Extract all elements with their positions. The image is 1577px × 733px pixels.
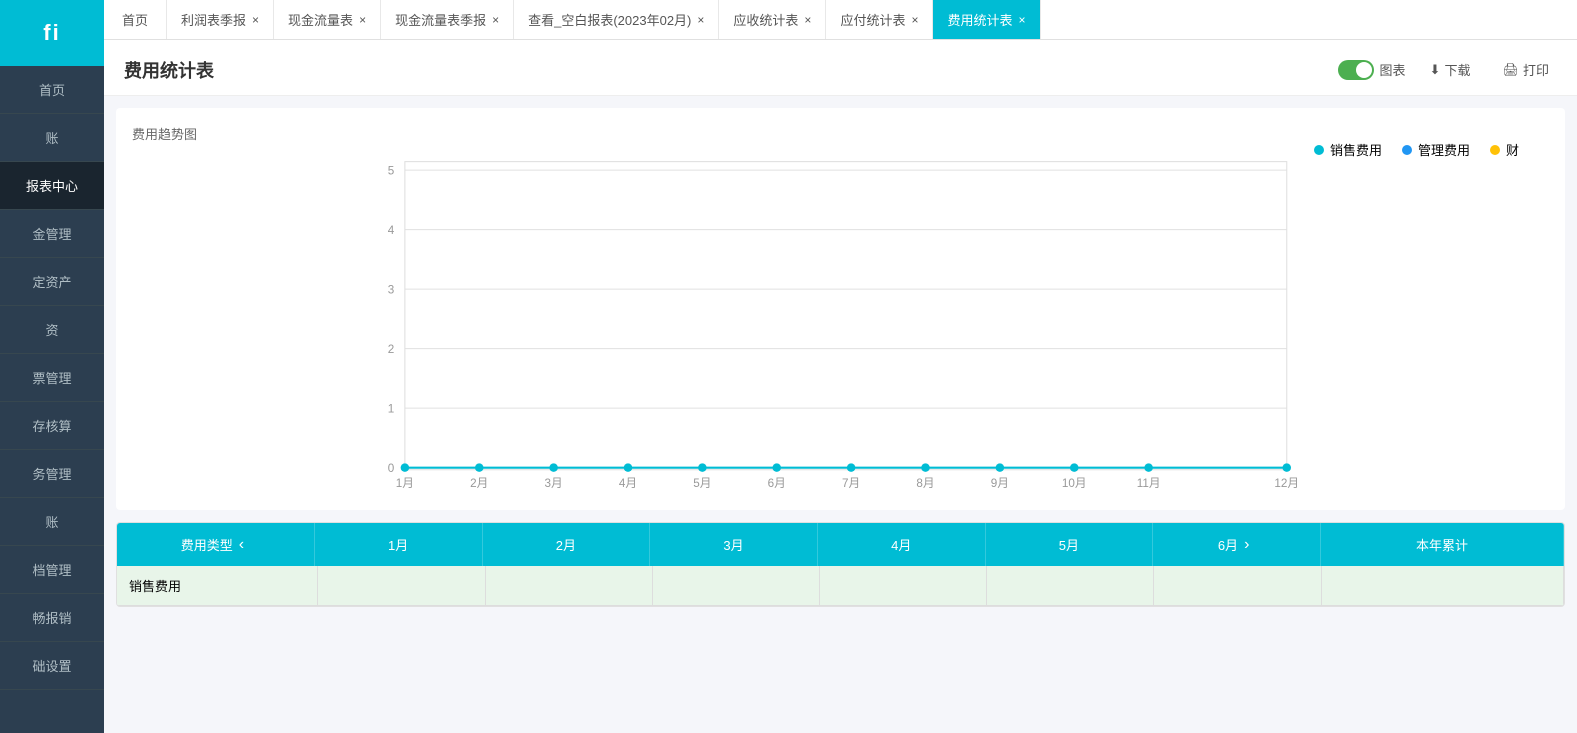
svg-text:2: 2: [388, 343, 395, 356]
svg-text:8月: 8月: [916, 477, 934, 490]
chart-svg: 5 4 3 2 1 0: [132, 151, 1549, 491]
svg-text:0: 0: [388, 462, 395, 475]
tab-cashflow-quarter[interactable]: 现金流量表季报 ×: [381, 0, 514, 39]
tab-payable[interactable]: 应付统计表 ×: [826, 0, 933, 39]
svg-text:3月: 3月: [545, 477, 563, 490]
cell-m3: [653, 566, 820, 605]
cell-m4: [820, 566, 987, 605]
download-button[interactable]: ⬇ 下载: [1422, 56, 1479, 83]
col-header-m3: 3月: [650, 523, 818, 566]
chart-toggle[interactable]: [1338, 60, 1374, 80]
col-header-type: 费用类型 ‹: [117, 523, 315, 566]
svg-text:2月: 2月: [470, 477, 488, 490]
tab-blank-report[interactable]: 查看_空白报表(2023年02月) ×: [514, 0, 719, 39]
sidebar-item-inventory[interactable]: 存核算: [0, 402, 104, 450]
close-tab-receivable[interactable]: ×: [804, 14, 811, 26]
tab-expense-stats[interactable]: 费用统计表 ×: [933, 0, 1040, 39]
cell-m5: [987, 566, 1154, 605]
svg-text:11月: 11月: [1137, 477, 1161, 490]
svg-text:5: 5: [388, 164, 395, 177]
chart-toggle-wrap: 图表: [1338, 60, 1406, 80]
close-tab-expense-stats[interactable]: ×: [1018, 14, 1025, 26]
sidebar-item-bill[interactable]: 账: [0, 498, 104, 546]
print-icon: 🖨: [1502, 62, 1519, 78]
tab-home[interactable]: 首页: [104, 0, 167, 39]
page-title: 费用统计表: [124, 57, 214, 83]
sidebar: fi 首页 账 报表中心 金管理 定资产 资 票管理 存核算 务管理 账 档管理…: [0, 0, 104, 733]
tab-cashflow[interactable]: 现金流量表 ×: [274, 0, 381, 39]
nav-next-button[interactable]: ›: [1238, 536, 1255, 554]
table-header-row: 费用类型 ‹ 1月 2月 3月 4月 5月 6月 › 本年累计: [117, 523, 1564, 566]
sidebar-item-service[interactable]: 务管理: [0, 450, 104, 498]
tab-bar: 首页 利润表季报 × 现金流量表 × 现金流量表季报 × 查看_空白报表(202…: [104, 0, 1577, 40]
cell-type: 销售费用: [117, 566, 318, 605]
sidebar-item-capital[interactable]: 资: [0, 306, 104, 354]
cell-ytd: [1322, 566, 1564, 605]
col-header-m1: 1月: [315, 523, 483, 566]
col-header-m4: 4月: [818, 523, 986, 566]
tab-receivable[interactable]: 应收统计表 ×: [719, 0, 826, 39]
col-header-m5: 5月: [986, 523, 1154, 566]
table-row: 销售费用: [117, 566, 1564, 606]
tab-profit[interactable]: 利润表季报 ×: [167, 0, 274, 39]
col-header-m6: 6月 ›: [1153, 523, 1321, 566]
svg-text:7月: 7月: [842, 477, 860, 490]
svg-text:12月: 12月: [1274, 477, 1299, 490]
sidebar-item-ticket[interactable]: 票管理: [0, 354, 104, 402]
sidebar-item-home[interactable]: 首页: [0, 66, 104, 114]
close-tab-cashflow-quarter[interactable]: ×: [492, 14, 499, 26]
cell-m1: [318, 566, 485, 605]
col-header-m2: 2月: [483, 523, 651, 566]
svg-text:1月: 1月: [396, 477, 414, 490]
cell-m6: [1154, 566, 1321, 605]
close-tab-blank-report[interactable]: ×: [697, 14, 704, 26]
sidebar-item-expense[interactable]: 畅报销: [0, 594, 104, 642]
sidebar-item-settings[interactable]: 础设置: [0, 642, 104, 690]
content-area: 费用统计表 图表 ⬇ 下载 🖨 打印 费用趋势图: [104, 40, 1577, 733]
chart-toggle-label: 图表: [1380, 60, 1406, 79]
print-button[interactable]: 🖨 打印: [1494, 56, 1557, 83]
nav-prev-button[interactable]: ‹: [233, 536, 250, 554]
svg-text:10月: 10月: [1062, 477, 1087, 490]
sidebar-item-account[interactable]: 账: [0, 114, 104, 162]
svg-text:1: 1: [388, 402, 395, 415]
page-header: 费用统计表 图表 ⬇ 下载 🖨 打印: [104, 40, 1577, 96]
data-table: 费用类型 ‹ 1月 2月 3月 4月 5月 6月 › 本年累计 销售费用: [116, 522, 1565, 607]
sidebar-logo: fi: [0, 0, 104, 66]
chart-section: 费用趋势图 销售费用 管理费用 财: [116, 108, 1565, 510]
close-tab-profit[interactable]: ×: [252, 14, 259, 26]
svg-text:4: 4: [388, 224, 395, 237]
svg-text:5月: 5月: [693, 477, 711, 490]
close-tab-payable[interactable]: ×: [911, 14, 918, 26]
download-icon: ⬇: [1430, 62, 1441, 78]
close-tab-cashflow[interactable]: ×: [359, 14, 366, 26]
sidebar-item-fixed-assets[interactable]: 定资产: [0, 258, 104, 306]
header-actions: 图表 ⬇ 下载 🖨 打印: [1338, 56, 1557, 83]
chart-wrapper: 5 4 3 2 1 0: [132, 151, 1549, 494]
main-area: 首页 利润表季报 × 现金流量表 × 现金流量表季报 × 查看_空白报表(202…: [104, 0, 1577, 733]
col-header-ytd: 本年累计: [1321, 523, 1564, 566]
svg-text:4月: 4月: [619, 477, 637, 490]
sidebar-item-report-center[interactable]: 报表中心: [0, 162, 104, 210]
sidebar-item-file[interactable]: 档管理: [0, 546, 104, 594]
svg-text:6月: 6月: [768, 477, 786, 490]
cell-m2: [486, 566, 653, 605]
svg-text:3: 3: [388, 283, 395, 296]
svg-text:9月: 9月: [991, 477, 1009, 490]
sidebar-item-fund[interactable]: 金管理: [0, 210, 104, 258]
